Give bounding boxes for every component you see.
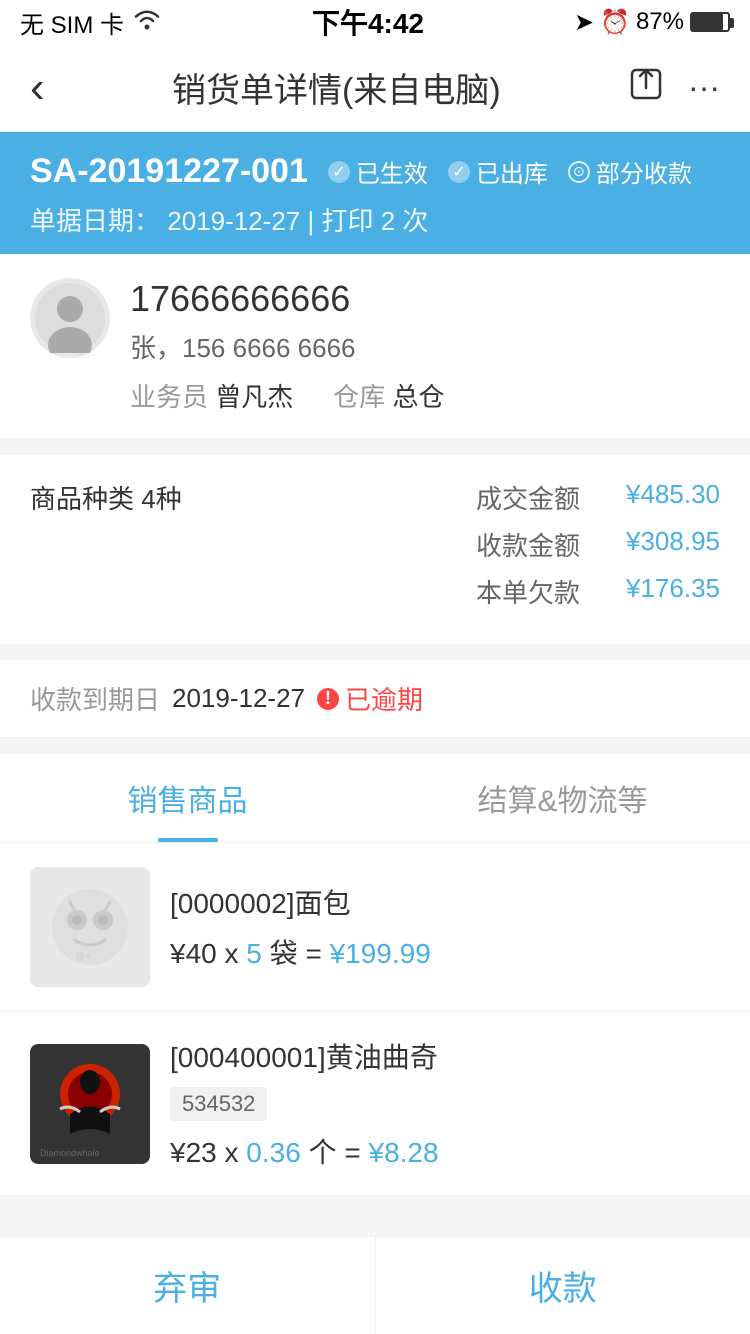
status-right: ➤ ⏰ 87% bbox=[574, 8, 730, 37]
summary-value-1: ¥485.30 bbox=[600, 479, 720, 516]
svg-text:Diamondwhale: Diamondwhale bbox=[40, 1148, 100, 1158]
battery-icon bbox=[690, 12, 730, 32]
product-name-2: [000400001]黄油曲奇 bbox=[170, 1036, 720, 1076]
nav-bar: ‹ 销货单详情(来自电脑) ··· bbox=[0, 44, 750, 132]
product-qty-2: 0.36 bbox=[246, 1137, 301, 1168]
summary-label-3: 本单欠款 bbox=[476, 573, 580, 610]
overdue-badge: ! 已逾期 bbox=[317, 680, 423, 717]
bottom-bar: 弃审 收款 bbox=[0, 1236, 750, 1334]
status-left: 无 SIM 卡 bbox=[20, 5, 162, 40]
product-price-1: ¥40 x 5 袋 = ¥199.99 bbox=[170, 932, 720, 972]
carrier-text: 无 SIM 卡 bbox=[20, 5, 124, 40]
warehouse-label: 仓库 bbox=[333, 382, 385, 412]
summary-item-2: 收款金额 ¥308.95 bbox=[476, 526, 720, 563]
product-info-1: [0000002]面包 ¥40 x 5 袋 = ¥199.99 bbox=[170, 882, 720, 972]
wifi-icon bbox=[132, 8, 162, 37]
order-date: 2019-12-27 bbox=[167, 206, 300, 236]
product-qty-1: 5 bbox=[246, 938, 262, 969]
nav-actions: ··· bbox=[628, 66, 720, 110]
summary-label-2: 收款金额 bbox=[476, 526, 580, 563]
check-icon: ✓ bbox=[328, 161, 350, 183]
customer-section: 17666666666 张，156 6666 6666 业务员 曾凡杰 仓库 总… bbox=[0, 254, 750, 439]
customer-contact: 张，156 6666 6666 bbox=[130, 328, 720, 365]
summary-right: 成交金额 ¥485.30 收款金额 ¥308.95 本单欠款 ¥176.35 bbox=[476, 479, 720, 620]
tabs-section: 销售商品 结算&物流等 bbox=[0, 754, 750, 843]
warehouse-name: 总仓 bbox=[393, 382, 445, 412]
collect-payment-button[interactable]: 收款 bbox=[376, 1237, 750, 1334]
battery-text: 87% bbox=[636, 8, 684, 36]
product-total-2: ¥8.28 bbox=[369, 1137, 439, 1168]
due-section: 收款到期日 2019-12-27 ! 已逾期 bbox=[0, 660, 750, 738]
badge-shipped: ✓ 已出库 bbox=[448, 154, 548, 189]
back-button[interactable]: ‹ bbox=[30, 63, 45, 113]
sales-name: 曾凡杰 bbox=[215, 382, 293, 412]
customer-avatar bbox=[30, 278, 110, 358]
date-label: 单据日期： bbox=[30, 206, 160, 236]
summary-item-1: 成交金额 ¥485.30 bbox=[476, 479, 720, 516]
tab-settlement[interactable]: 结算&物流等 bbox=[375, 754, 750, 842]
product-thumb-2: Diamondwhale bbox=[30, 1044, 150, 1164]
summary-value-2: ¥308.95 bbox=[600, 526, 720, 563]
svg-text:鱼+: 鱼+ bbox=[75, 950, 91, 963]
badge-activated: ✓ 已生效 bbox=[328, 154, 428, 189]
customer-info: 17666666666 张，156 6666 6666 业务员 曾凡杰 仓库 总… bbox=[130, 278, 720, 414]
type-count: 4种 bbox=[141, 484, 181, 514]
separator: | bbox=[307, 206, 321, 236]
alarm-icon: ⏰ bbox=[600, 8, 630, 37]
order-id: SA-20191227-001 bbox=[30, 152, 308, 191]
customer-meta: 业务员 曾凡杰 仓库 总仓 bbox=[130, 377, 720, 414]
product-item-1: 鱼+ [0000002]面包 ¥40 x 5 袋 = ¥199.99 bbox=[0, 843, 750, 1012]
header-banner: SA-20191227-001 ✓ 已生效 ✓ 已出库 ⊙ 部分收款 单据日期：… bbox=[0, 132, 750, 254]
overdue-icon: ! bbox=[317, 688, 339, 710]
product-info-2: [000400001]黄油曲奇 534532 ¥23 x 0.36 个 = ¥8… bbox=[170, 1036, 720, 1171]
page-title: 销货单详情(来自电脑) bbox=[172, 63, 501, 112]
product-price-2: ¥23 x 0.36 个 = ¥8.28 bbox=[170, 1131, 720, 1171]
summary-section: 商品种类 4种 成交金额 ¥485.30 收款金额 ¥308.95 本单欠款 ¥… bbox=[0, 455, 750, 644]
type-label: 商品种类 bbox=[30, 484, 134, 514]
status-bar: 无 SIM 卡 下午4:42 ➤ ⏰ 87% bbox=[0, 0, 750, 44]
due-date: 2019-12-27 bbox=[172, 683, 305, 714]
cancel-audit-button[interactable]: 弃审 bbox=[0, 1237, 376, 1334]
summary-left: 商品种类 4种 bbox=[30, 479, 182, 516]
customer-name: 17666666666 bbox=[130, 278, 720, 320]
summary-label-1: 成交金额 bbox=[476, 479, 580, 516]
badge-partial-payment: ⊙ 部分收款 bbox=[568, 154, 692, 189]
warehouse-info: 仓库 总仓 bbox=[333, 377, 444, 414]
product-name-1: [0000002]面包 bbox=[170, 882, 720, 922]
product-item-2: Diamondwhale [000400001]黄油曲奇 534532 ¥23 … bbox=[0, 1012, 750, 1196]
status-time: 下午4:42 bbox=[312, 2, 424, 42]
print-label: 打印 bbox=[321, 206, 373, 236]
print-count-value: 2 bbox=[381, 206, 395, 236]
tab-sales[interactable]: 销售商品 bbox=[0, 754, 375, 842]
more-button[interactable]: ··· bbox=[688, 69, 720, 106]
summary-item-3: 本单欠款 ¥176.35 bbox=[476, 573, 720, 610]
product-total-1: ¥199.99 bbox=[330, 938, 431, 969]
product-thumb-1: 鱼+ bbox=[30, 867, 150, 987]
print-suffix: 次 bbox=[402, 206, 428, 236]
tabs-row: 销售商品 结算&物流等 bbox=[0, 754, 750, 842]
product-sku-tag: 534532 bbox=[170, 1087, 267, 1121]
location-icon: ➤ bbox=[574, 8, 594, 37]
sales-label: 业务员 bbox=[130, 382, 208, 412]
sales-info: 业务员 曾凡杰 bbox=[130, 377, 293, 414]
overdue-text: 已逾期 bbox=[345, 680, 423, 717]
share-button[interactable] bbox=[628, 66, 664, 110]
banner-row1: SA-20191227-001 ✓ 已生效 ✓ 已出库 ⊙ 部分收款 bbox=[30, 152, 720, 191]
check-icon-2: ✓ bbox=[448, 161, 470, 183]
summary-value-3: ¥176.35 bbox=[600, 573, 720, 610]
clock-icon: ⊙ bbox=[568, 161, 590, 183]
banner-row2: 单据日期： 2019-12-27 | 打印 2 次 bbox=[30, 201, 720, 238]
products-list: 鱼+ [0000002]面包 ¥40 x 5 袋 = ¥199.99 bbox=[0, 843, 750, 1196]
due-label: 收款到期日 bbox=[30, 680, 160, 717]
